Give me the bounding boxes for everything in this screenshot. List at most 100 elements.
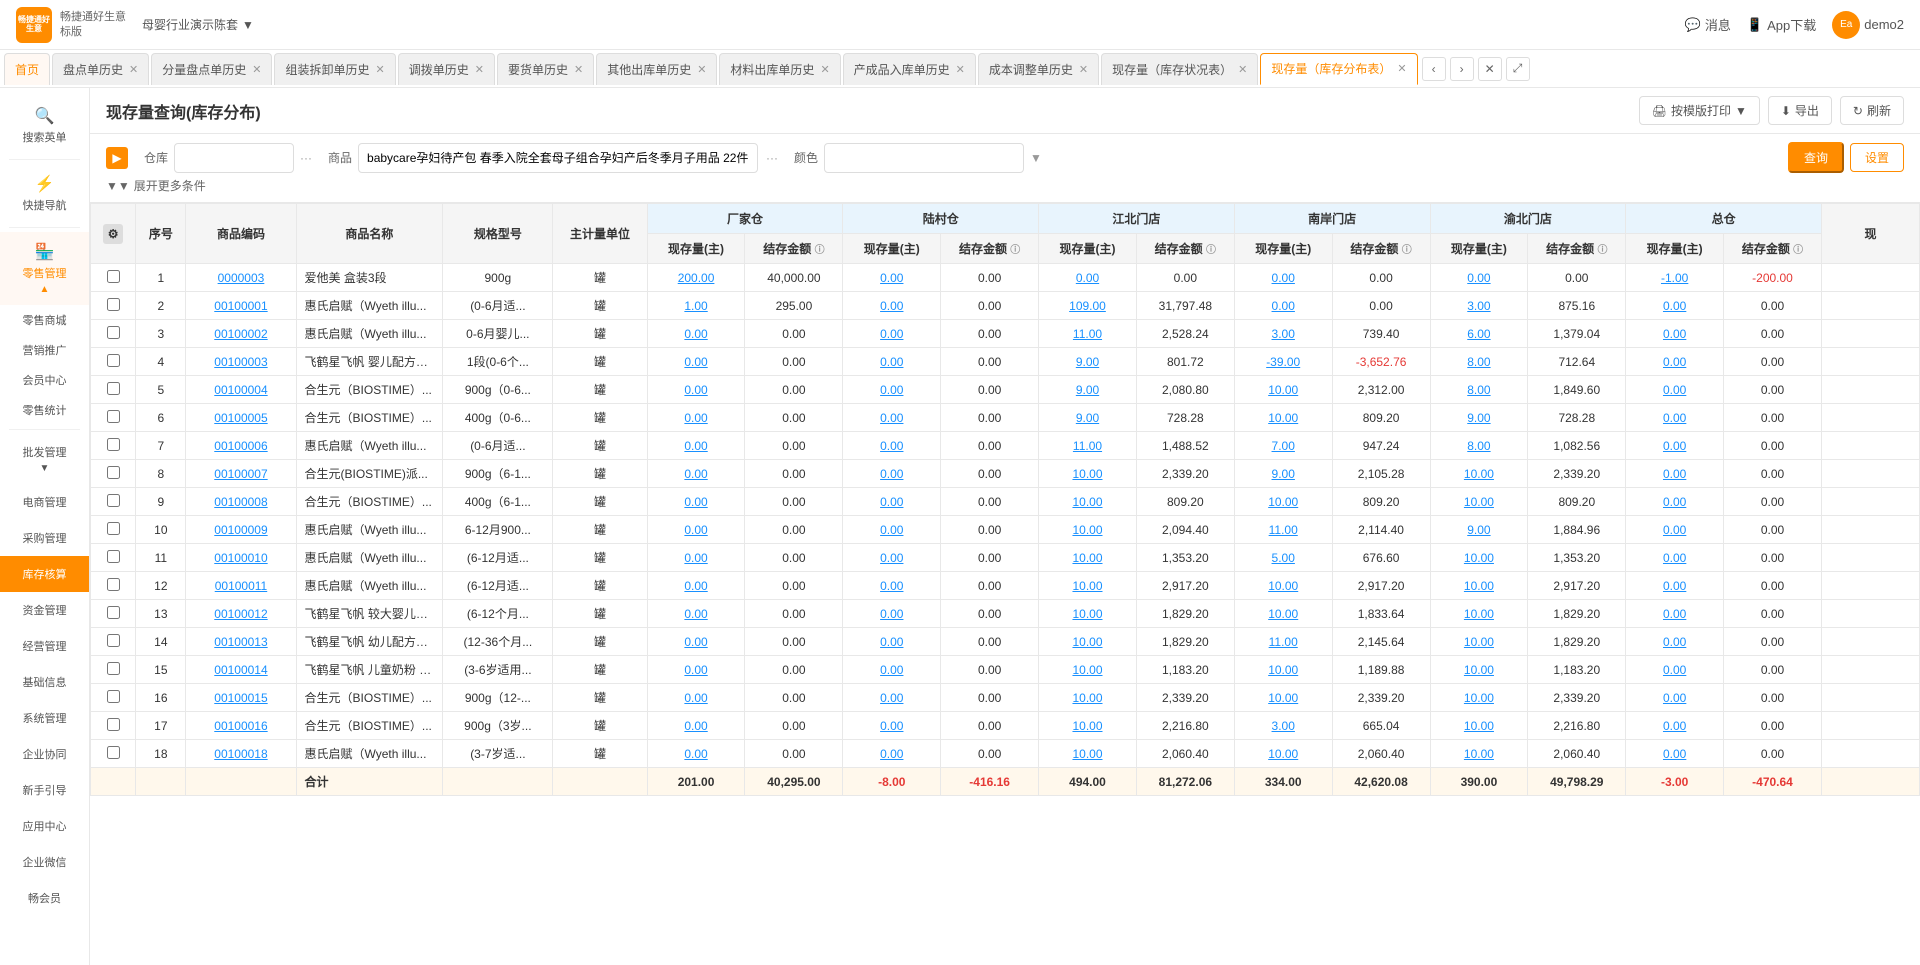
tab-1-close[interactable]: ✕	[129, 63, 138, 76]
sidebar-item-search[interactable]: 🔍 搜索英单	[0, 96, 89, 155]
th-settings[interactable]: ⚙	[91, 204, 136, 264]
tab-home[interactable]: 首页	[4, 53, 50, 85]
tab-4-close[interactable]: ✕	[475, 63, 484, 76]
query-btn[interactable]: 查询	[1788, 142, 1844, 173]
info-icon-2[interactable]: ⓘ	[1010, 245, 1020, 256]
cell-checkbox[interactable]	[91, 376, 136, 404]
cell-nananqty: 11.00	[1234, 516, 1332, 544]
sidebar-item-marketing[interactable]: 营销推广	[0, 335, 89, 365]
tab-1[interactable]: 盘点单历史 ✕	[52, 53, 149, 85]
sidebar-item-system[interactable]: 系统管理	[0, 700, 89, 736]
expand-conditions[interactable]: ▼▼ 展开更多条件	[106, 177, 1904, 194]
sidebar-item-inventory[interactable]: 库存核算	[0, 556, 89, 592]
sidebar-item-wechat[interactable]: 企业微信	[0, 844, 89, 880]
summary-current	[1821, 768, 1919, 796]
sidebar-item-member[interactable]: 会员中心	[0, 365, 89, 395]
summary-lucunamount: -416.16	[941, 768, 1039, 796]
product-input[interactable]	[358, 143, 758, 173]
cell-checkbox[interactable]	[91, 348, 136, 376]
tab-9[interactable]: 成本调整单历史 ✕	[978, 53, 1099, 85]
info-icon-1[interactable]: ⓘ	[815, 245, 825, 256]
tab-3-close[interactable]: ✕	[376, 63, 385, 76]
app-download-btn[interactable]: 📱 App下载	[1747, 15, 1816, 34]
color-dropdown-btn[interactable]: ▼	[1030, 151, 1042, 165]
cell-changjiaqty: 0.00	[647, 376, 745, 404]
tab-8[interactable]: 产成品入库单历史 ✕	[843, 53, 976, 85]
tab-5-close[interactable]: ✕	[574, 63, 583, 76]
cell-checkbox[interactable]	[91, 600, 136, 628]
sidebar-item-corp[interactable]: 企业协同	[0, 736, 89, 772]
tab-7[interactable]: 材料出库单历史 ✕	[719, 53, 840, 85]
settings-icon[interactable]: ⚙	[103, 224, 123, 244]
tab-5[interactable]: 要货单历史 ✕	[497, 53, 594, 85]
warehouse-more-btn[interactable]: ···	[300, 151, 312, 165]
cell-checkbox[interactable]	[91, 404, 136, 432]
cell-checkbox[interactable]	[91, 544, 136, 572]
tab-10-close[interactable]: ✕	[1238, 63, 1247, 76]
info-icon-6[interactable]: ⓘ	[1793, 245, 1803, 256]
sidebar-item-vip[interactable]: 畅会员	[0, 880, 89, 916]
tab-2[interactable]: 分量盘点单历史 ✕	[151, 53, 272, 85]
tab-3[interactable]: 组装拆卸单历史 ✕	[274, 53, 395, 85]
tab-prev-btn[interactable]: ‹	[1422, 57, 1446, 81]
filter-collapse-btn[interactable]: ▶	[106, 147, 128, 169]
info-icon-5[interactable]: ⓘ	[1597, 245, 1607, 256]
cell-checkbox[interactable]	[91, 656, 136, 684]
product-more-btn[interactable]: ···	[766, 151, 778, 165]
tab-close-all-btn[interactable]: ✕	[1478, 57, 1502, 81]
user-menu[interactable]: Ea demo2	[1832, 11, 1904, 39]
tab-9-close[interactable]: ✕	[1079, 63, 1088, 76]
tab-8-close[interactable]: ✕	[956, 63, 965, 76]
message-btn[interactable]: 💬 消息	[1685, 15, 1731, 34]
settings-btn[interactable]: 设置	[1850, 143, 1904, 172]
sidebar-item-finance[interactable]: 资金管理	[0, 592, 89, 628]
refresh-btn[interactable]: ↻ 刷新	[1840, 96, 1904, 125]
cell-checkbox[interactable]	[91, 432, 136, 460]
cell-nananqty: 10.00	[1234, 656, 1332, 684]
sidebar-item-wholesale[interactable]: 批发管理 ▼	[0, 434, 89, 484]
tab-4[interactable]: 调拨单历史 ✕	[398, 53, 495, 85]
cell-checkbox[interactable]	[91, 684, 136, 712]
export-btn[interactable]: ⬇ 导出	[1768, 96, 1832, 125]
cell-checkbox[interactable]	[91, 628, 136, 656]
cell-name: 飞鹤星飞帆 儿童奶粉 4...	[296, 656, 443, 684]
print-btn[interactable]: 🖨 按模版打印 ▼	[1639, 96, 1760, 125]
color-filter: 颜色 ▼	[794, 143, 1042, 173]
cell-checkbox[interactable]	[91, 488, 136, 516]
cell-checkbox[interactable]	[91, 460, 136, 488]
cell-checkbox[interactable]	[91, 264, 136, 292]
info-icon-4[interactable]: ⓘ	[1402, 245, 1412, 256]
cell-yubuamount: 1,849.60	[1528, 376, 1626, 404]
th-jiangbei-amt: 结存金额 ⓘ	[1136, 234, 1234, 264]
cell-checkbox[interactable]	[91, 516, 136, 544]
sidebar-item-retail-shop[interactable]: 零售商城	[0, 305, 89, 335]
cell-nananqty: 10.00	[1234, 488, 1332, 516]
tab-expand-btn[interactable]: ⤢	[1506, 57, 1530, 81]
nav-dropdown[interactable]: 母婴行业演示陈套 ▼	[142, 16, 254, 33]
sidebar-item-operations[interactable]: 经营管理	[0, 628, 89, 664]
sidebar-item-ecommerce[interactable]: 电商管理	[0, 484, 89, 520]
tab-10[interactable]: 现存量（库存状况表） ✕	[1101, 53, 1258, 85]
info-icon-3[interactable]: ⓘ	[1206, 245, 1216, 256]
cell-checkbox[interactable]	[91, 740, 136, 768]
cell-checkbox[interactable]	[91, 292, 136, 320]
sidebar-item-appcentre[interactable]: 应用中心	[0, 808, 89, 844]
sidebar-item-nav[interactable]: ⚡ 快捷导航	[0, 164, 89, 223]
tab-6[interactable]: 其他出库单历史 ✕	[596, 53, 717, 85]
tab-next-btn[interactable]: ›	[1450, 57, 1474, 81]
cell-checkbox[interactable]	[91, 572, 136, 600]
sidebar-item-basic[interactable]: 基础信息	[0, 664, 89, 700]
tab-6-close[interactable]: ✕	[697, 63, 706, 76]
sidebar-item-stats[interactable]: 零售统计	[0, 395, 89, 425]
cell-checkbox[interactable]	[91, 712, 136, 740]
tab-11-close[interactable]: ✕	[1397, 62, 1406, 75]
sidebar-item-guide[interactable]: 新手引导	[0, 772, 89, 808]
tab-7-close[interactable]: ✕	[820, 63, 829, 76]
sidebar-item-retail[interactable]: 🏪 零售管理 ▲	[0, 232, 89, 305]
cell-checkbox[interactable]	[91, 320, 136, 348]
color-input[interactable]	[824, 143, 1024, 173]
sidebar-item-purchase[interactable]: 采购管理	[0, 520, 89, 556]
tab-11[interactable]: 现存量（库存分布表） ✕	[1260, 53, 1417, 85]
tab-2-close[interactable]: ✕	[252, 63, 261, 76]
warehouse-input[interactable]	[174, 143, 294, 173]
